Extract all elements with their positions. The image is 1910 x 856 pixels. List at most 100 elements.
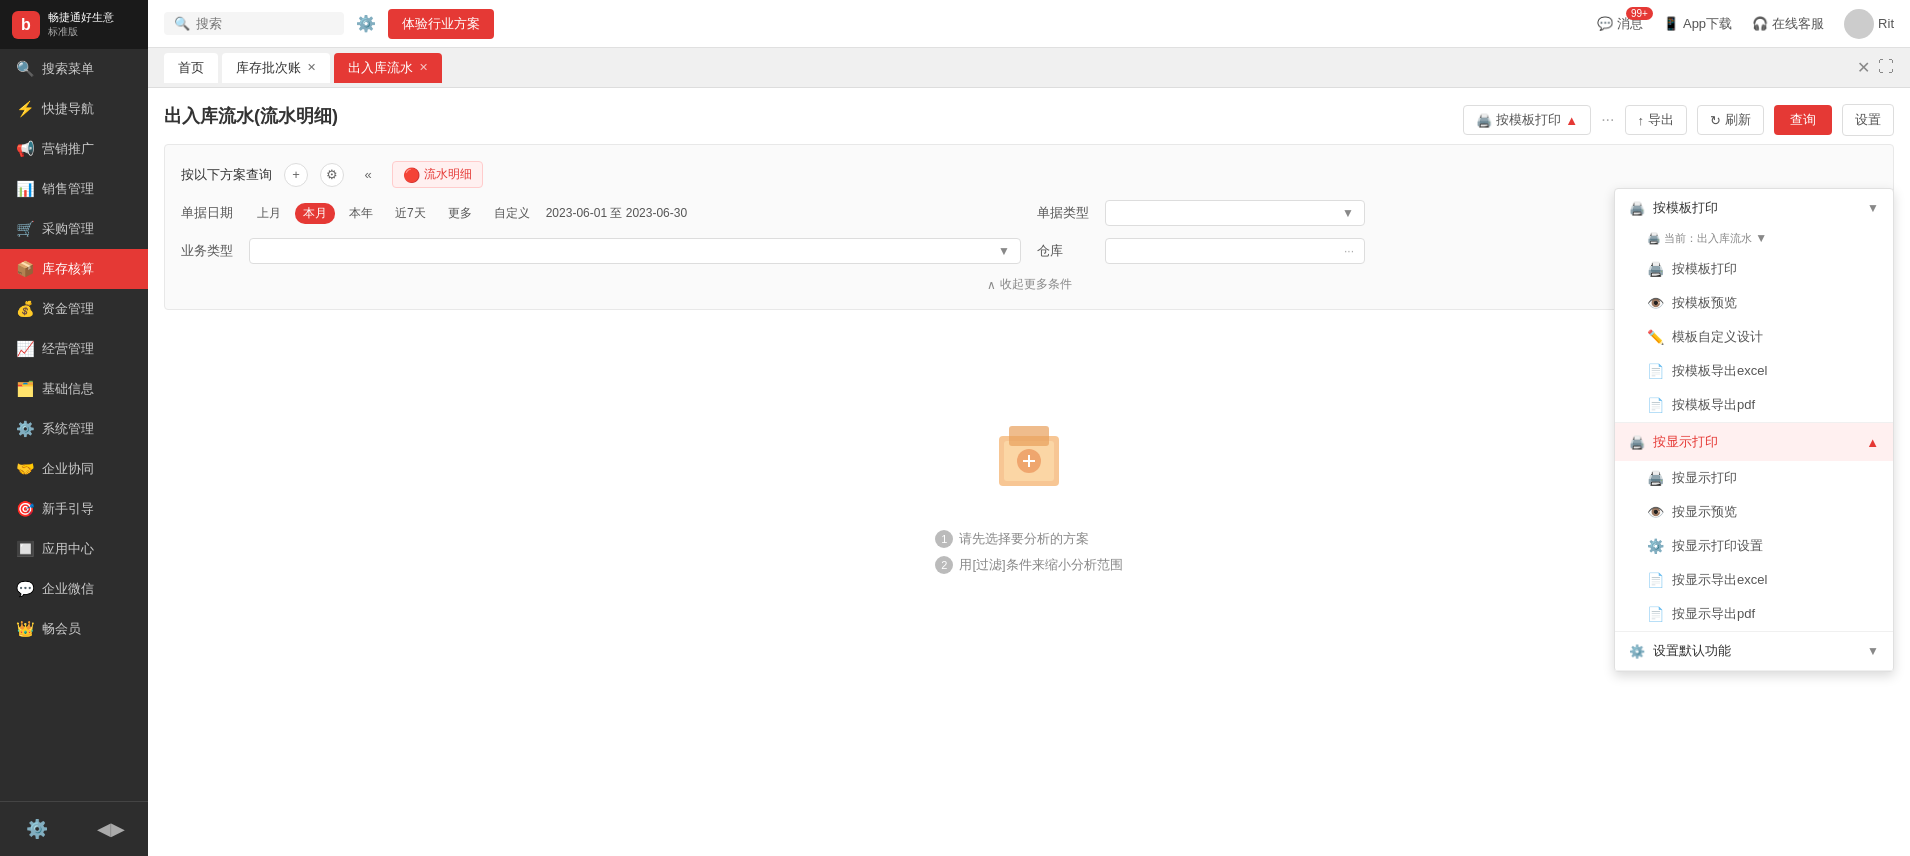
sidebar-item-operations[interactable]: 📈 经营管理: [0, 329, 148, 369]
tabbar: 首页 库存批次账 ✕ 出入库流水 ✕ ✕ ⛶: [148, 48, 1910, 88]
divider-dots: ···: [1601, 111, 1614, 129]
template-export-pdf-item[interactable]: 📄 按模板导出pdf: [1615, 388, 1893, 422]
sidebar-item-system[interactable]: ⚙️ 系统管理: [0, 409, 148, 449]
date-btn-7days[interactable]: 近7天: [387, 203, 434, 224]
app-download-btn[interactable]: 📱 App下载: [1663, 15, 1732, 33]
display-print-header[interactable]: 🖨️ 按显示打印 ▲: [1615, 423, 1893, 461]
topbar-gear-icon[interactable]: ⚙️: [356, 14, 376, 33]
tab-batch-account-close[interactable]: ✕: [307, 61, 316, 74]
date-btn-this-month[interactable]: 本月: [295, 203, 335, 224]
export-icon: ↑: [1638, 113, 1645, 128]
date-btn-this-year[interactable]: 本年: [341, 203, 381, 224]
filter-chip[interactable]: 🔴 流水明细: [392, 161, 483, 188]
sidebar-item-basic[interactable]: 🗂️ 基础信息: [0, 369, 148, 409]
sidebar-item-label: 系统管理: [42, 420, 94, 438]
search-box[interactable]: 🔍: [164, 12, 344, 35]
sidebar-item-vip[interactable]: 👑 畅会员: [0, 609, 148, 649]
page-actions: 🖨️ 按模板打印 ▲ ··· ↑ 导出 ↻ 刷新 查询 设置: [1463, 104, 1894, 136]
display-excel-icon: 📄: [1647, 572, 1664, 588]
sidebar-item-label: 企业协同: [42, 460, 94, 478]
display-export-excel-item[interactable]: 📄 按显示导出excel: [1615, 563, 1893, 597]
date-btn-more[interactable]: 更多: [440, 203, 480, 224]
settings-bottom-btn[interactable]: ⚙️: [0, 810, 74, 848]
template-print-header[interactable]: 🖨️ 按模板打印 ▼: [1615, 189, 1893, 227]
tab-inout-flow[interactable]: 出入库流水 ✕: [334, 53, 442, 83]
tab-batch-account[interactable]: 库存批次账 ✕: [222, 53, 330, 83]
date-input-row: 2023-06-01 至 2023-06-30: [546, 205, 687, 222]
date-btn-custom[interactable]: 自定义: [486, 203, 538, 224]
filter-settings-btn[interactable]: ⚙: [320, 163, 344, 187]
sidebar-item-sales[interactable]: 📊 销售管理: [0, 169, 148, 209]
message-icon: 💬: [1597, 16, 1613, 31]
export-btn[interactable]: ↑ 导出: [1625, 105, 1688, 135]
messages-btn[interactable]: 💬 消息 99+: [1597, 15, 1643, 33]
current-chevron: ▼: [1755, 231, 1767, 245]
system-icon: ⚙️: [16, 420, 34, 438]
template-export-excel-item[interactable]: 📄 按模板导出excel: [1615, 354, 1893, 388]
filter-label: 按以下方案查询: [181, 166, 272, 184]
tab-inout-flow-close[interactable]: ✕: [419, 61, 428, 74]
template-export-pdf-label: 按模板导出pdf: [1672, 396, 1755, 414]
empty-illustration: [979, 406, 1079, 506]
marketing-icon: 📢: [16, 140, 34, 158]
collapse-more-btn[interactable]: ∧ 收起更多条件: [987, 276, 1072, 293]
finance-icon: 💰: [16, 300, 34, 318]
print-settings-icon: ⚙️: [1647, 538, 1664, 554]
add-filter-btn[interactable]: +: [284, 163, 308, 187]
sidebar-item-enterprise[interactable]: 🤝 企业协同: [0, 449, 148, 489]
display-preview-label: 按显示预览: [1672, 503, 1737, 521]
maximize-icon[interactable]: ⛶: [1878, 58, 1894, 77]
sidebar-item-label: 销售管理: [42, 180, 94, 198]
warehouse-select[interactable]: ···: [1105, 238, 1365, 264]
sidebar-item-label: 应用中心: [42, 540, 94, 558]
current-template-label: 🖨️ 当前：出入库流水 ▼: [1615, 227, 1893, 252]
collapse-label: 收起更多条件: [1000, 276, 1072, 293]
date-field: 单据日期 上月 本月 本年 近7天 更多 自定义 2023-06-01 至 20…: [181, 203, 1021, 224]
sidebar-item-finance[interactable]: 💰 资金管理: [0, 289, 148, 329]
trial-button[interactable]: 体验行业方案: [388, 9, 494, 39]
display-preview-item[interactable]: 👁️ 按显示预览: [1615, 495, 1893, 529]
template-custom-item[interactable]: ✏️ 模板自定义设计: [1615, 320, 1893, 354]
sidebar-item-marketing[interactable]: 📢 营销推广: [0, 129, 148, 169]
refresh-btn[interactable]: ↻ 刷新: [1697, 105, 1764, 135]
collapse-sidebar-btn[interactable]: ◀▶: [74, 810, 148, 848]
template-print-item[interactable]: 🖨️ 按模板打印: [1615, 252, 1893, 286]
close-icon[interactable]: ✕: [1857, 58, 1870, 77]
business-type-select[interactable]: ▼: [249, 238, 1021, 264]
sidebar-item-search[interactable]: 🔍 搜索菜单: [0, 49, 148, 89]
sidebar-item-purchase[interactable]: 🛒 采购管理: [0, 209, 148, 249]
filter-collapse-btn[interactable]: «: [356, 163, 380, 187]
window-controls: ✕ ⛶: [1857, 58, 1894, 77]
sidebar-item-label: 采购管理: [42, 220, 94, 238]
settings-btn[interactable]: 设置: [1842, 104, 1894, 136]
display-print-settings-item[interactable]: ⚙️ 按显示打印设置: [1615, 529, 1893, 563]
user-avatar-area[interactable]: Rit: [1844, 9, 1894, 39]
tab-home[interactable]: 首页: [164, 53, 218, 83]
chevron-up-icon-2: ▲: [1866, 435, 1879, 450]
default-function-header[interactable]: ⚙️ 设置默认功能 ▼: [1615, 632, 1893, 670]
sidebar-item-apps[interactable]: 🔲 应用中心: [0, 529, 148, 569]
user-name: Rit: [1878, 16, 1894, 31]
vip-icon: 👑: [16, 620, 34, 638]
online-support-label: 在线客服: [1772, 15, 1824, 33]
online-support-btn[interactable]: 🎧 在线客服: [1752, 15, 1824, 33]
sidebar-item-newbie[interactable]: 🎯 新手引导: [0, 489, 148, 529]
sidebar-item-quick-nav[interactable]: ⚡ 快捷导航: [0, 89, 148, 129]
basic-icon: 🗂️: [16, 380, 34, 398]
query-btn[interactable]: 查询: [1774, 105, 1832, 135]
date-btn-last-month[interactable]: 上月: [249, 203, 289, 224]
messages-badge: 99+: [1626, 7, 1653, 20]
display-export-pdf-item[interactable]: 📄 按显示导出pdf: [1615, 597, 1893, 631]
sales-icon: 📊: [16, 180, 34, 198]
sidebar-nav: 🔍 搜索菜单 ⚡ 快捷导航 📢 营销推广 📊 销售管理 🛒 采购管理 📦 库存核…: [0, 49, 148, 801]
display-print-item[interactable]: 🖨️ 按显示打印: [1615, 461, 1893, 495]
print-template-btn[interactable]: 🖨️ 按模板打印 ▲: [1463, 105, 1591, 135]
sidebar-item-wechat[interactable]: 💬 企业微信: [0, 569, 148, 609]
voucher-type-select[interactable]: ▼: [1105, 200, 1365, 226]
warehouse-label: 仓库: [1037, 242, 1097, 260]
search-icon: 🔍: [174, 16, 190, 31]
template-preview-item[interactable]: 👁️ 按模板预览: [1615, 286, 1893, 320]
sidebar-item-inventory[interactable]: 📦 库存核算: [0, 249, 148, 289]
search-input[interactable]: [196, 16, 316, 31]
display-print-section: 🖨️ 按显示打印 ▲ 🖨️ 按显示打印 👁️ 按显示预览 ⚙️ 按显示打印设置: [1615, 423, 1893, 632]
